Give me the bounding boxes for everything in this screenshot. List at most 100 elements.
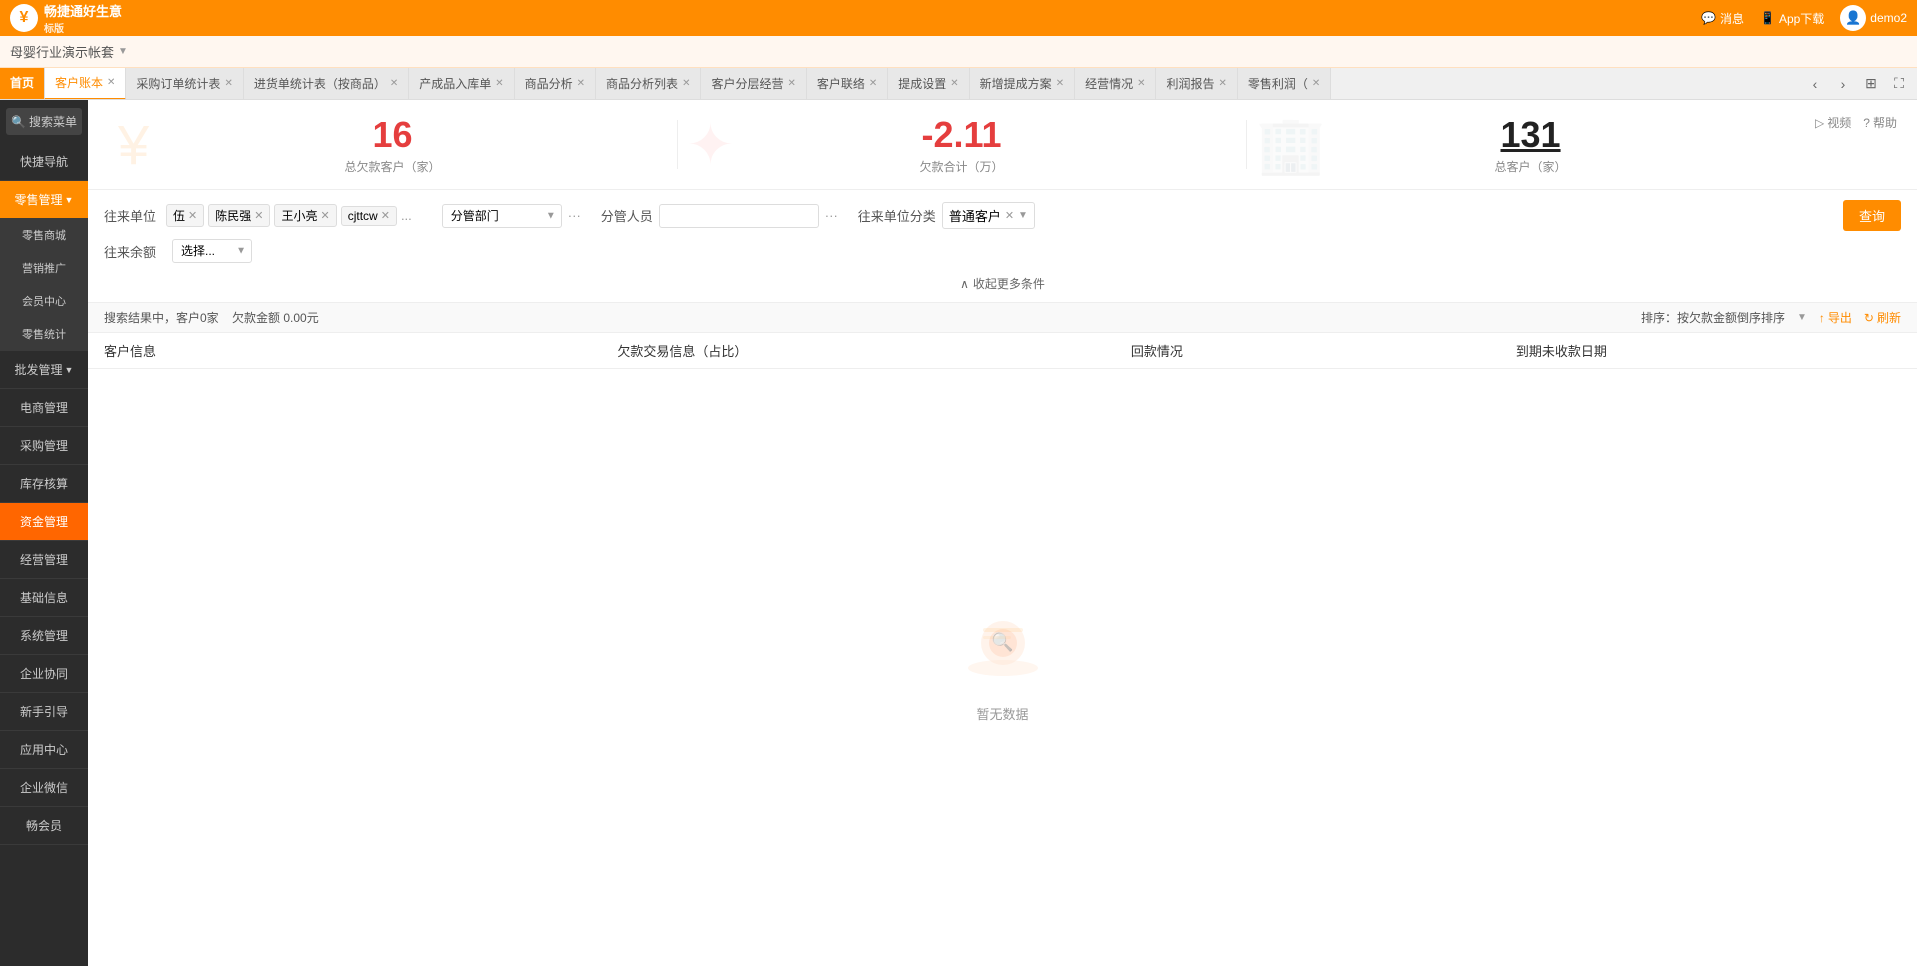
sidebar-item-purchase-mgmt[interactable]: 采购管理 [0, 427, 88, 465]
tab-product-analysis-list-close[interactable]: ✕ [682, 78, 690, 89]
refresh-icon: ↻ [1864, 311, 1874, 325]
stat-customers-icon: ¥ [118, 112, 149, 177]
tab-customer-contact[interactable]: 客户联络 ✕ [807, 68, 888, 100]
tab-product-stock[interactable]: 产成品入库单 ✕ [409, 68, 514, 100]
video-link[interactable]: ▷ 视频 [1815, 114, 1851, 131]
tab-purchase-orders-close[interactable]: ✕ [224, 78, 232, 89]
sidebar-item-app-center[interactable]: 应用中心 [0, 731, 88, 769]
tab-stock-stats-label: 进货单统计表（按商品） [254, 75, 386, 92]
avatar: 👤 [1840, 5, 1866, 31]
sidebar-ecommerce-mgmt-label: 电商管理 [20, 401, 68, 415]
sidebar-item-member-center[interactable]: 会员中心 [0, 285, 88, 318]
tab-customer-accounts[interactable]: 客户账本 ✕ [45, 68, 126, 100]
empty-illustration: 🔍 [953, 608, 1053, 688]
tab-product-analysis-close[interactable]: ✕ [577, 78, 585, 89]
sidebar-app-center-label: 应用中心 [20, 743, 68, 757]
filter-tag-chen-remove[interactable]: ✕ [254, 209, 263, 222]
tab-profit-report[interactable]: 利润报告 ✕ [1156, 68, 1237, 100]
person-input[interactable] [659, 204, 819, 228]
search-menu-btn[interactable]: 🔍 搜索菜单 [6, 108, 82, 135]
sidebar-item-vip-member[interactable]: 畅会员 [0, 807, 88, 845]
tab-new-raise-plan-close[interactable]: ✕ [1056, 78, 1064, 89]
sidebar-item-retail-mall[interactable]: 零售商城 [0, 219, 88, 252]
tab-home[interactable]: 首页 [0, 68, 45, 100]
tab-business-status-close[interactable]: ✕ [1137, 78, 1145, 89]
unit-type-x-icon[interactable]: ✕ [1005, 209, 1014, 222]
sidebar-item-new-guide[interactable]: 新手引导 [0, 693, 88, 731]
tab-customer-accounts-close[interactable]: ✕ [107, 77, 115, 88]
sidebar-item-basic-info[interactable]: 基础信息 [0, 579, 88, 617]
collapse-btn[interactable]: ∧ 收起更多条件 [104, 271, 1901, 296]
tab-expand-btn[interactable]: ⊞ [1859, 72, 1883, 96]
dept-filter-dots[interactable]: ··· [568, 208, 581, 223]
balance-label: 往来余额 [104, 242, 156, 261]
sidebar-item-wholesale-mgmt[interactable]: 批发管理 ▼ [0, 351, 88, 389]
tab-product-stock-close[interactable]: ✕ [495, 78, 503, 89]
sidebar-item-enterprise-wechat[interactable]: 企业微信 [0, 769, 88, 807]
stat-total-customers-label: 总欠款客户（家） [345, 158, 441, 175]
export-btn[interactable]: ↑ 导出 [1819, 309, 1852, 326]
unit-type-select-wrap[interactable]: 普通客户 ✕ ▼ [942, 202, 1035, 229]
sidebar-item-marketing[interactable]: 营销推广 [0, 252, 88, 285]
tab-product-analysis[interactable]: 商品分析 ✕ [515, 68, 596, 100]
tab-new-raise-plan[interactable]: 新增提成方案 ✕ [970, 68, 1075, 100]
sidebar-item-operations-mgmt[interactable]: 经营管理 [0, 541, 88, 579]
workspace-arrow-icon: ▼ [118, 46, 128, 57]
sidebar-item-retail-mgmt[interactable]: 零售管理 ▼ [0, 181, 88, 219]
app-download-btn[interactable]: 📱 App下载 [1760, 10, 1824, 27]
sidebar-retail-mgmt-arrow-icon: ▼ [65, 195, 74, 205]
filter-tag-wu-remove[interactable]: ✕ [188, 209, 197, 222]
sidebar-item-enterprise-collab[interactable]: 企业协同 [0, 655, 88, 693]
tab-raise-settings-close[interactable]: ✕ [950, 78, 958, 89]
tab-prev-btn[interactable]: ‹ [1803, 72, 1827, 96]
results-info: 搜索结果中，客户0家 欠款金额 0.00元 排序：按欠款金额倒序排序 ▼ ↑ 导… [88, 303, 1917, 333]
tab-product-analysis-list[interactable]: 商品分析列表 ✕ [596, 68, 701, 100]
tab-customer-segments-close[interactable]: ✕ [787, 78, 795, 89]
tab-customer-contact-close[interactable]: ✕ [869, 78, 877, 89]
tab-customer-contact-label: 客户联络 [817, 75, 865, 92]
top-bar: ¥ 畅捷通好生意 标版 💬 消息 📱 App下载 👤 demo2 [0, 0, 1917, 36]
search-icon: 🔍 [11, 115, 26, 129]
balance-select[interactable]: 选择... [172, 239, 252, 263]
unit-type-label: 往来单位分类 [858, 206, 936, 225]
filter-more-btn[interactable]: ... [401, 208, 412, 223]
help-link[interactable]: ? 帮助 [1863, 114, 1897, 131]
empty-text: 暂无数据 [976, 704, 1028, 723]
workspace-selector[interactable]: 母婴行业演示帐套 ▼ [10, 42, 128, 61]
tab-stock-stats-close[interactable]: ✕ [390, 78, 398, 89]
stats-row: ¥ 16 总欠款客户（家） ✦ -2.11 欠款合计（万） 🏢 131 总客户（… [88, 100, 1917, 190]
tab-purchase-orders[interactable]: 采购订单统计表 ✕ [126, 68, 243, 100]
stat-total-customers-value: 16 [372, 114, 412, 156]
sidebar-item-capital-mgmt[interactable]: 资金管理 [0, 503, 88, 541]
table-header: 客户信息 欠款交易信息（占比） 回款情况 到期未收款日期 [88, 333, 1917, 369]
tab-fullscreen-btn[interactable]: ⛶ [1887, 72, 1911, 96]
person-filter-dots[interactable]: ··· [825, 208, 838, 223]
dept-select[interactable]: 分管部门 [442, 204, 562, 228]
col-debt-info: 欠款交易信息（占比） [617, 341, 1130, 360]
tab-retail-profit[interactable]: 零售利润（ ✕ [1238, 68, 1331, 100]
tab-retail-profit-label: 零售利润（ [1248, 75, 1308, 92]
balance-select-wrap: 选择... [172, 239, 252, 263]
filter-tag-wang-remove[interactable]: ✕ [321, 209, 330, 222]
tab-business-status[interactable]: 经营情况 ✕ [1075, 68, 1156, 100]
tab-customer-segments[interactable]: 客户分层经营 ✕ [701, 68, 806, 100]
tab-profit-report-close[interactable]: ✕ [1219, 78, 1227, 89]
sidebar-item-retail-stats[interactable]: 零售统计 [0, 318, 88, 351]
sidebar-item-system-mgmt[interactable]: 系统管理 [0, 617, 88, 655]
query-button[interactable]: 查询 [1843, 200, 1901, 231]
unit-type-filter: 往来单位分类 普通客户 ✕ ▼ [858, 202, 1035, 229]
sidebar-item-ecommerce-mgmt[interactable]: 电商管理 [0, 389, 88, 427]
sidebar-capital-mgmt-label: 资金管理 [20, 515, 68, 529]
tab-raise-settings[interactable]: 提成设置 ✕ [888, 68, 969, 100]
workspace-name: 母婴行业演示帐套 [10, 42, 114, 61]
tab-next-btn[interactable]: › [1831, 72, 1855, 96]
filter-tag-cjttcw-remove[interactable]: ✕ [381, 209, 390, 222]
user-avatar[interactable]: 👤 demo2 [1840, 5, 1907, 31]
refresh-btn[interactable]: ↻ 刷新 [1864, 309, 1901, 326]
sidebar-item-quick-nav[interactable]: 快捷导航 [0, 143, 88, 181]
tab-stock-stats[interactable]: 进货单统计表（按商品） ✕ [244, 68, 409, 100]
tab-product-analysis-label: 商品分析 [525, 75, 573, 92]
tab-retail-profit-close[interactable]: ✕ [1312, 78, 1320, 89]
sidebar-item-inventory[interactable]: 库存核算 [0, 465, 88, 503]
messages-btn[interactable]: 💬 消息 [1701, 10, 1744, 27]
